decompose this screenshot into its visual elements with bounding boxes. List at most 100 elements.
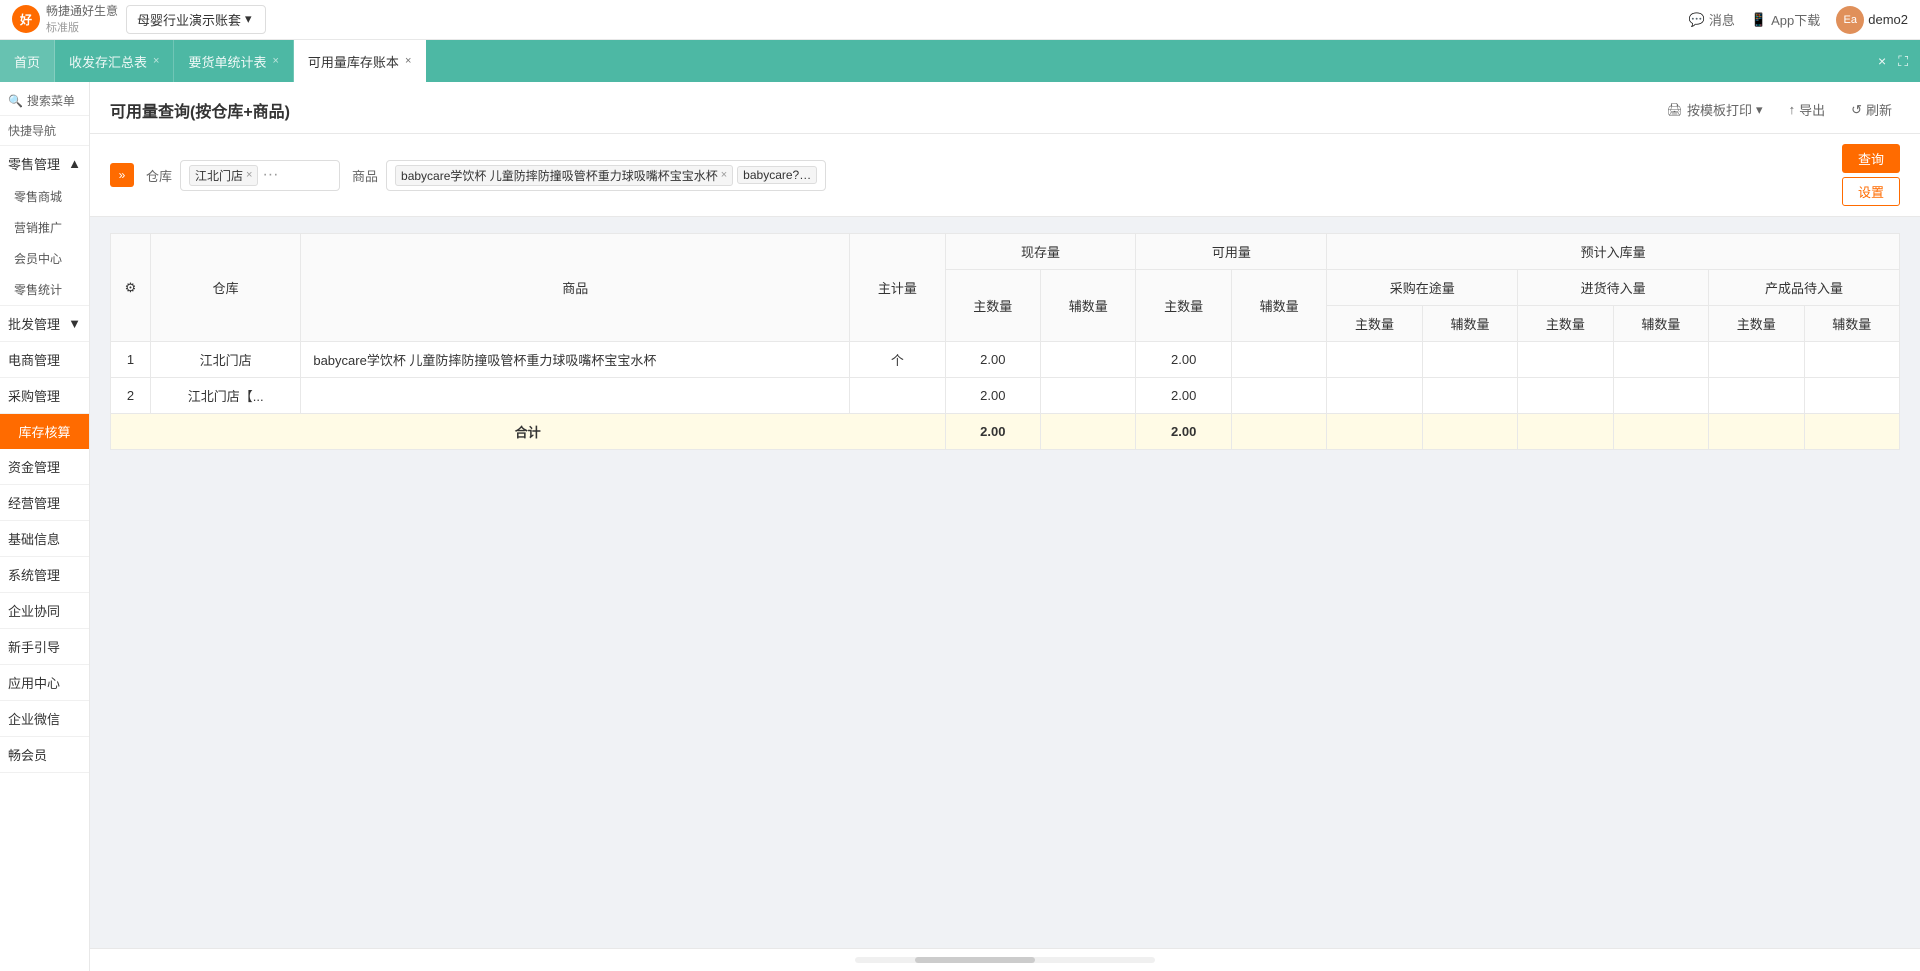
close-all-button[interactable]: × bbox=[1874, 49, 1890, 73]
cell-pt-aux bbox=[1422, 378, 1517, 414]
message-button[interactable]: 💬 消息 bbox=[1689, 10, 1735, 29]
product-tag-1-close[interactable]: × bbox=[721, 169, 727, 181]
industry-selector[interactable]: 母婴行业演示账套 ▾ bbox=[126, 5, 266, 34]
sidebar-group-system-label: 系统管理 bbox=[8, 565, 60, 584]
sidebar-group-wholesale-label: 批发管理 bbox=[8, 314, 60, 333]
settings-icon: ⚙ bbox=[125, 280, 137, 295]
table-row: 2 江北门店【... 2.00 2.00 bbox=[111, 378, 1900, 414]
sidebar-group-system-header[interactable]: 系统管理 bbox=[0, 557, 89, 592]
warehouse-more-icon[interactable]: ··· bbox=[262, 166, 278, 184]
sidebar-group-newuser-header[interactable]: 新手引导 bbox=[0, 629, 89, 664]
sidebar-group-basic-header[interactable]: 基础信息 bbox=[0, 521, 89, 556]
sidebar-group-member: 畅会员 bbox=[0, 737, 89, 773]
th-current-aux: 辅数量 bbox=[1041, 270, 1136, 342]
avatar: Ea bbox=[1836, 6, 1864, 34]
sidebar-group-ecommerce-header[interactable]: 电商管理 bbox=[0, 342, 89, 377]
tab-home-label: 首页 bbox=[14, 52, 40, 71]
sidebar-group-operations-header[interactable]: 经营管理 bbox=[0, 485, 89, 520]
warehouse-filter-input[interactable]: 江北门店 × ··· bbox=[180, 160, 340, 191]
cell-unit: 个 bbox=[850, 342, 945, 378]
sidebar-item-marketing[interactable]: 营销推广 bbox=[0, 212, 89, 243]
print-icon: 🖨 bbox=[1667, 102, 1684, 118]
logo-text-area: 畅捷通好生意 标准版 bbox=[46, 4, 118, 34]
sidebar-group-enterprise-header[interactable]: 企业协同 bbox=[0, 593, 89, 628]
cell-pp-aux bbox=[1613, 378, 1708, 414]
th-pp-aux: 辅数量 bbox=[1613, 306, 1708, 342]
warehouse-filter-label: 仓库 bbox=[146, 166, 172, 185]
product-filter-label: 商品 bbox=[352, 166, 378, 185]
user-area[interactable]: Ea demo2 bbox=[1836, 6, 1908, 34]
sidebar-group-appstore-header[interactable]: 应用中心 bbox=[0, 665, 89, 700]
th-available: 可用量 bbox=[1136, 234, 1327, 270]
query-button[interactable]: 查询 bbox=[1842, 144, 1900, 173]
tab-receive-send[interactable]: 收发存汇总表 × bbox=[55, 40, 174, 82]
filter-expand-button[interactable]: » bbox=[110, 163, 134, 187]
product-tag-2-value: babycare?… bbox=[743, 168, 811, 182]
product-tag-1-value: babycare学饮杯 儿童防摔防撞吸管杯重力球吸嘴杯宝宝水杯 bbox=[401, 167, 718, 184]
product-tag-1: babycare学饮杯 儿童防摔防撞吸管杯重力球吸嘴杯宝宝水杯 × bbox=[395, 165, 733, 186]
app-download-label: App下载 bbox=[1771, 10, 1820, 29]
print-chevron: ▾ bbox=[1756, 102, 1763, 118]
sidebar-group-purchase-header[interactable]: 采购管理 bbox=[0, 378, 89, 413]
sidebar-group-finance-header[interactable]: 资金管理 bbox=[0, 449, 89, 484]
sidebar-item-inventory[interactable]: 库存核算 bbox=[0, 414, 89, 449]
expand-button[interactable]: ⛶ bbox=[1894, 49, 1912, 74]
tab-available-stock-close[interactable]: × bbox=[405, 55, 411, 67]
sidebar-group-wholesale: 批发管理 ▼ bbox=[0, 306, 89, 342]
cell-pt-aux bbox=[1422, 342, 1517, 378]
app-download-button[interactable]: 📱 App下载 bbox=[1751, 10, 1820, 29]
sidebar-item-retail-stats[interactable]: 零售统计 bbox=[0, 274, 89, 305]
horizontal-scrollbar[interactable] bbox=[855, 957, 1155, 963]
sidebar-group-system: 系统管理 bbox=[0, 557, 89, 593]
warehouse-tag-close[interactable]: × bbox=[246, 169, 252, 181]
cell-pp-main bbox=[1518, 378, 1613, 414]
sidebar-group-enterprise: 企业协同 bbox=[0, 593, 89, 629]
settings-button[interactable]: 设置 bbox=[1842, 177, 1900, 206]
cell-pp-main bbox=[1518, 342, 1613, 378]
sidebar-group-purchase: 采购管理 bbox=[0, 378, 89, 414]
tab-order-stats[interactable]: 要货单统计表 × bbox=[174, 40, 293, 82]
product-filter-input[interactable]: babycare学饮杯 儿童防摔防撞吸管杯重力球吸嘴杯宝宝水杯 × babyca… bbox=[386, 160, 826, 191]
refresh-label: 刷新 bbox=[1866, 100, 1892, 119]
page-actions: 🖨 按模板打印 ▾ ↑ 导出 ↺ 刷新 bbox=[1659, 96, 1901, 123]
th-main-unit: 主计量 bbox=[850, 234, 945, 342]
table-container: ⚙ 仓库 商品 主计量 现存量 可用量 预计入库量 主数量 辅数量 主数量 辅数… bbox=[90, 217, 1920, 948]
th-warehouse: 仓库 bbox=[151, 234, 301, 342]
tab-home[interactable]: 首页 bbox=[0, 40, 55, 82]
sidebar-item-retail-mall[interactable]: 零售商城 bbox=[0, 181, 89, 212]
sidebar-group-retail-header[interactable]: 零售管理 ▲ bbox=[0, 146, 89, 181]
print-button[interactable]: 🖨 按模板打印 ▾ bbox=[1659, 96, 1771, 123]
content-area: 可用量查询(按仓库+商品) 🖨 按模板打印 ▾ ↑ 导出 ↺ 刷新 bbox=[90, 82, 1920, 971]
sidebar-search[interactable]: 🔍 搜索菜单 bbox=[0, 82, 89, 116]
tab-order-stats-close[interactable]: × bbox=[272, 55, 278, 67]
cell-pt-main bbox=[1327, 342, 1422, 378]
sidebar-group-wholesale-header[interactable]: 批发管理 ▼ bbox=[0, 306, 89, 341]
warehouse-filter-group: 仓库 江北门店 × ··· bbox=[146, 160, 340, 191]
th-settings[interactable]: ⚙ bbox=[111, 234, 151, 342]
filter-area: » 仓库 江北门店 × ··· 商品 babycare学饮杯 儿童防摔防撞吸管杯… bbox=[90, 134, 1920, 217]
th-forecast-in: 预计入库量 bbox=[1327, 234, 1900, 270]
sidebar-item-members[interactable]: 会员中心 bbox=[0, 243, 89, 274]
export-label: 导出 bbox=[1799, 100, 1825, 119]
cell-unit bbox=[850, 378, 945, 414]
expand-icon: » bbox=[119, 168, 126, 182]
top-bar-left: 好 畅捷通好生意 标准版 母婴行业演示账套 ▾ bbox=[12, 4, 266, 34]
tab-receive-send-close[interactable]: × bbox=[153, 55, 159, 67]
sidebar-group-wechat: 企业微信 bbox=[0, 701, 89, 737]
top-bar: 好 畅捷通好生意 标准版 母婴行业演示账套 ▾ 💬 消息 📱 App下载 Ea … bbox=[0, 0, 1920, 40]
cell-prod-main bbox=[1709, 342, 1804, 378]
th-purchase-transit: 采购在途量 bbox=[1327, 270, 1518, 306]
cell-prod-main bbox=[1709, 378, 1804, 414]
summary-label: 合计 bbox=[111, 414, 946, 450]
cell-product bbox=[301, 378, 850, 414]
sidebar-group-member-header[interactable]: 畅会员 bbox=[0, 737, 89, 772]
sidebar-group-wechat-header[interactable]: 企业微信 bbox=[0, 701, 89, 736]
refresh-button[interactable]: ↺ 刷新 bbox=[1843, 96, 1900, 123]
cell-available-aux bbox=[1231, 378, 1326, 414]
cell-current-aux bbox=[1041, 378, 1136, 414]
th-pt-aux: 辅数量 bbox=[1422, 306, 1517, 342]
sidebar-quick-nav[interactable]: 快捷导航 bbox=[0, 116, 89, 146]
export-button[interactable]: ↑ 导出 bbox=[1781, 96, 1834, 123]
logo-icon: 好 bbox=[12, 5, 40, 33]
tab-available-stock[interactable]: 可用量库存账本 × bbox=[294, 40, 426, 82]
